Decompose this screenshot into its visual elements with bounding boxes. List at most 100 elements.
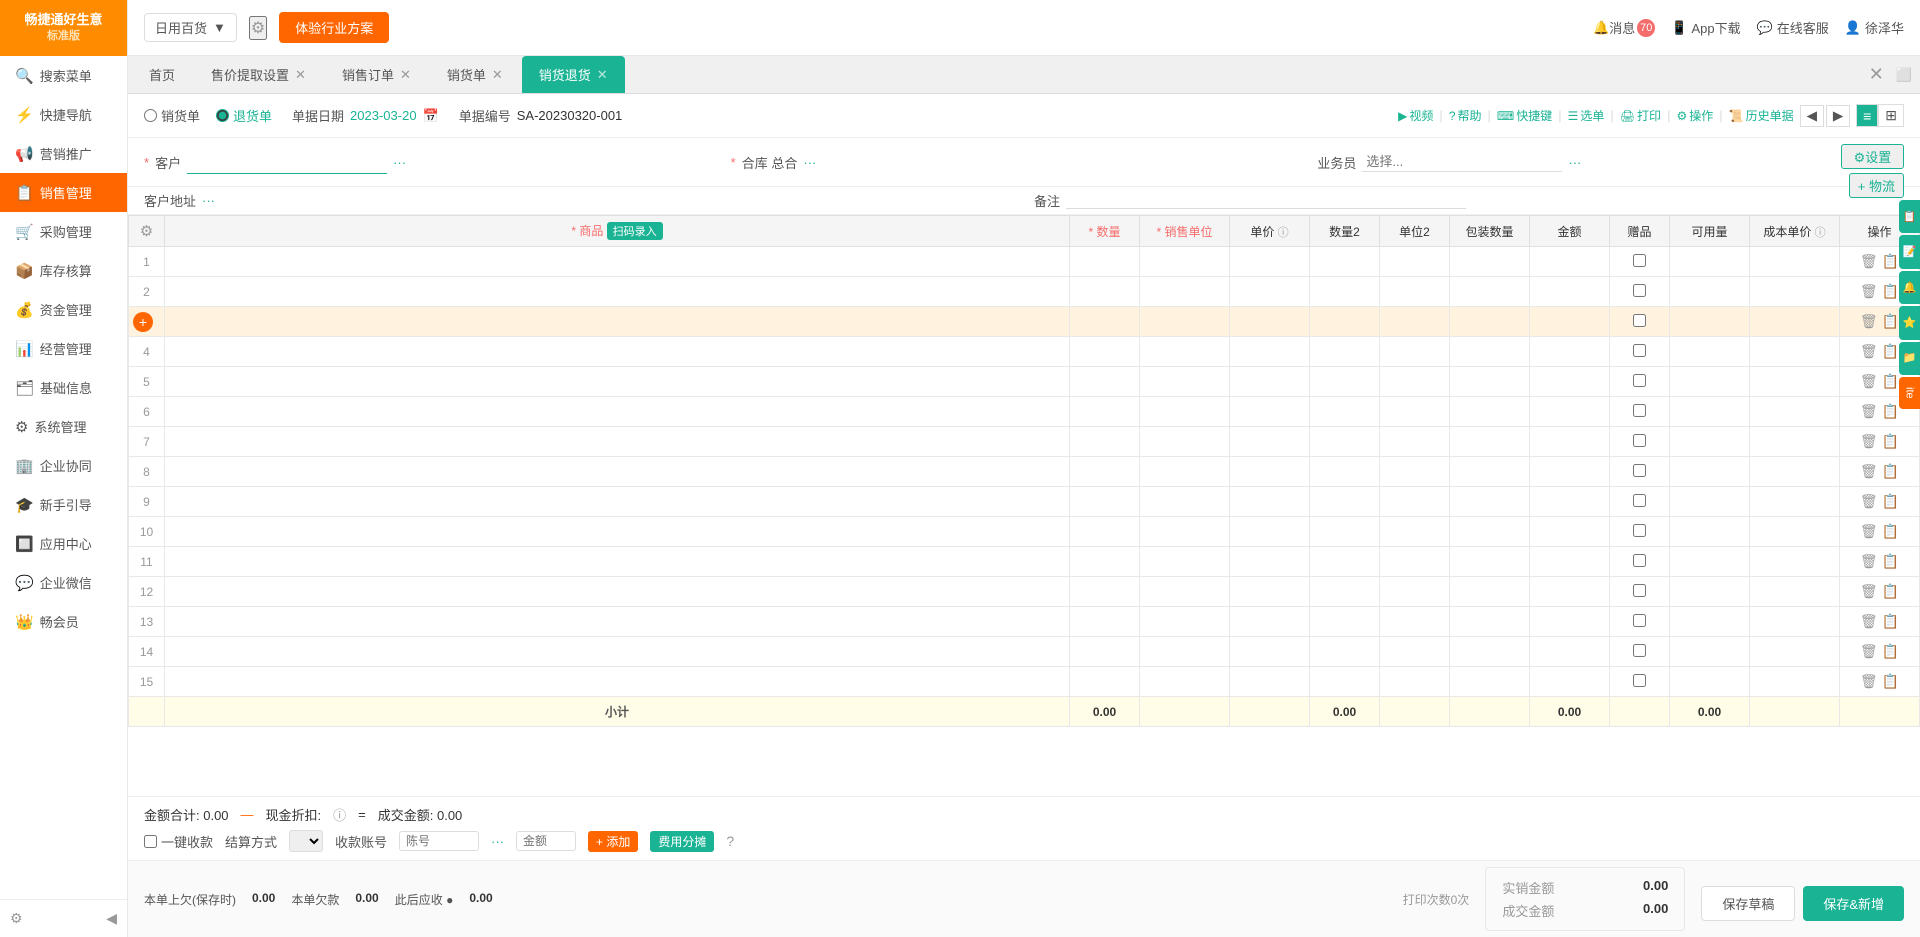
sidebar-item-operation[interactable]: 📊 经营管理 [0, 329, 127, 368]
copy-row-btn[interactable]: 📋 [1882, 343, 1899, 360]
daily-dropdown[interactable]: 日用百货 ▼ [144, 13, 237, 42]
copy-row-btn[interactable]: 📋 [1882, 523, 1899, 540]
sales-unit-cell[interactable] [1140, 277, 1230, 307]
amount-cell[interactable] [1530, 277, 1610, 307]
delete-row-btn[interactable]: 🗑 [1860, 673, 1878, 690]
qty2-cell[interactable] [1310, 277, 1380, 307]
settings-gear-btn[interactable]: ⚙ [249, 16, 267, 40]
amount-input[interactable] [516, 831, 576, 851]
sidebar-collapse-btn[interactable]: ◀ [106, 910, 117, 927]
copy-row-btn[interactable]: 📋 [1882, 673, 1899, 690]
delete-row-btn[interactable]: 🗑 [1860, 403, 1878, 420]
add-logistics-btn[interactable]: + 物流 [1849, 173, 1904, 198]
product-cell[interactable] [165, 277, 1070, 307]
history-btn[interactable]: 📜 历史单据 [1729, 107, 1794, 124]
remark-input[interactable] [1066, 193, 1466, 209]
product-input[interactable] [169, 314, 1065, 329]
copy-row-btn[interactable]: 📋 [1882, 583, 1899, 600]
radio-return-input[interactable] [216, 109, 229, 122]
delete-row-btn[interactable]: 🗑 [1860, 253, 1878, 270]
sidebar-item-apps[interactable]: 🔲 应用中心 [0, 524, 127, 563]
experience-button[interactable]: 体验行业方案 [279, 12, 389, 43]
delete-row-btn[interactable]: 🗑 [1860, 553, 1878, 570]
qty2-cell[interactable] [1310, 247, 1380, 277]
unit-price-cell[interactable] [1230, 247, 1310, 277]
radio-sale[interactable]: 销货单 [144, 106, 200, 125]
address-select-btn[interactable]: ··· [202, 193, 215, 208]
copy-row-btn[interactable]: 📋 [1882, 643, 1899, 660]
gift-checkbox[interactable] [1633, 284, 1646, 297]
copy-row-btn[interactable]: 📋 [1882, 463, 1899, 480]
unit2-cell[interactable] [1380, 307, 1450, 337]
delete-row-btn[interactable]: 🗑 [1860, 493, 1878, 510]
amount-cell[interactable] [1530, 307, 1610, 337]
unit2-cell[interactable] [1380, 277, 1450, 307]
gift-checkbox[interactable] [1633, 314, 1646, 327]
delete-row-btn[interactable]: 🗑 [1860, 283, 1878, 300]
rsf-btn-1[interactable]: 📋 [1899, 200, 1920, 233]
account-input[interactable] [399, 831, 479, 851]
tab-sales-delivery[interactable]: 销货单 ✕ [430, 56, 520, 93]
video-btn[interactable]: ▶ 视频 [1398, 107, 1433, 124]
sidebar-item-member[interactable]: 👑 畅会员 [0, 602, 127, 641]
gift-checkbox[interactable] [1633, 674, 1646, 687]
gift-checkbox[interactable] [1633, 494, 1646, 507]
customer-input[interactable] [187, 150, 387, 174]
copy-row-btn[interactable]: 📋 [1882, 403, 1899, 420]
column-settings-btn[interactable]: ⚙设置 [1841, 144, 1904, 169]
close-tab-price-settings[interactable]: ✕ [295, 67, 306, 83]
sidebar-item-marketing[interactable]: 📢 营销推广 [0, 134, 127, 173]
maximize-btn[interactable]: ⬜ [1892, 67, 1916, 83]
delete-row-btn[interactable]: 🗑 [1860, 463, 1878, 480]
salesperson-input[interactable] [1362, 152, 1562, 172]
quick-payment-checkbox[interactable] [144, 835, 157, 848]
salesperson-select-btn[interactable]: ··· [1568, 155, 1581, 170]
next-doc-btn[interactable]: ▶ [1826, 105, 1850, 127]
sales-unit-cell[interactable] [1140, 307, 1230, 337]
pkg-qty-cell[interactable] [1450, 247, 1530, 277]
radio-sale-input[interactable] [144, 109, 157, 122]
qty-cell[interactable] [1070, 277, 1140, 307]
rsf-btn-ite[interactable]: ite [1899, 377, 1920, 409]
rsf-btn-2[interactable]: 📝 [1899, 235, 1920, 268]
delete-row-btn[interactable]: 🗑 [1860, 343, 1878, 360]
product-cell[interactable] [165, 307, 1070, 337]
customer-select-btn[interactable]: ··· [393, 155, 406, 170]
gift-checkbox[interactable] [1633, 644, 1646, 657]
user-profile[interactable]: 👤 徐泽华 [1845, 18, 1904, 37]
sidebar-item-inventory[interactable]: 📦 库存核算 [0, 251, 127, 290]
gift-checkbox[interactable] [1633, 254, 1646, 267]
delete-row-btn[interactable]: 🗑 [1860, 433, 1878, 450]
sidebar-item-finance[interactable]: 💰 资金管理 [0, 290, 127, 329]
sidebar-item-enterprise[interactable]: 🏢 企业协同 [0, 446, 127, 485]
copy-row-btn[interactable]: 📋 [1882, 613, 1899, 630]
unit2-cell[interactable] [1380, 247, 1450, 277]
radio-return[interactable]: 退货单 [216, 106, 272, 125]
unit-price-cell[interactable] [1230, 307, 1310, 337]
sidebar-item-guide[interactable]: 🎓 新手引导 [0, 485, 127, 524]
sidebar-item-basic[interactable]: 🗂 基础信息 [0, 368, 127, 407]
rsf-btn-3[interactable]: 🔔 [1899, 271, 1920, 304]
scan-input-btn[interactable]: 扫码录入 [607, 222, 663, 240]
save-draft-button[interactable]: 保存草稿 [1701, 886, 1795, 921]
copy-row-btn[interactable]: 📋 [1882, 283, 1899, 300]
unit-price-cell[interactable] [1230, 277, 1310, 307]
operate-btn[interactable]: ⚙ 操作 [1676, 107, 1713, 124]
fee-info-btn[interactable]: ? [726, 833, 734, 849]
gift-checkbox[interactable] [1633, 434, 1646, 447]
add-row-btn[interactable]: + [133, 312, 153, 332]
notification-btn[interactable]: 🔔 消息 70 [1593, 18, 1655, 37]
qty-cell[interactable] [1070, 247, 1140, 277]
close-tab-sales-order[interactable]: ✕ [400, 67, 411, 83]
copy-row-btn[interactable]: 📋 [1882, 373, 1899, 390]
online-service-btn[interactable]: 💬 在线客服 [1757, 18, 1829, 37]
sidebar-settings-btn[interactable]: ⚙ [10, 910, 23, 927]
delete-row-btn[interactable]: 🗑 [1860, 373, 1878, 390]
pkg-qty-cell[interactable] [1450, 307, 1530, 337]
copy-row-btn[interactable]: 📋 [1882, 253, 1899, 270]
delete-row-btn[interactable]: 🗑 [1860, 583, 1878, 600]
delete-row-btn[interactable]: 🗑 [1860, 523, 1878, 540]
help-btn[interactable]: ? 帮助 [1449, 107, 1482, 124]
list-view-btn[interactable]: ≡ [1856, 104, 1878, 127]
grid-view-btn[interactable]: ⊞ [1878, 104, 1904, 127]
